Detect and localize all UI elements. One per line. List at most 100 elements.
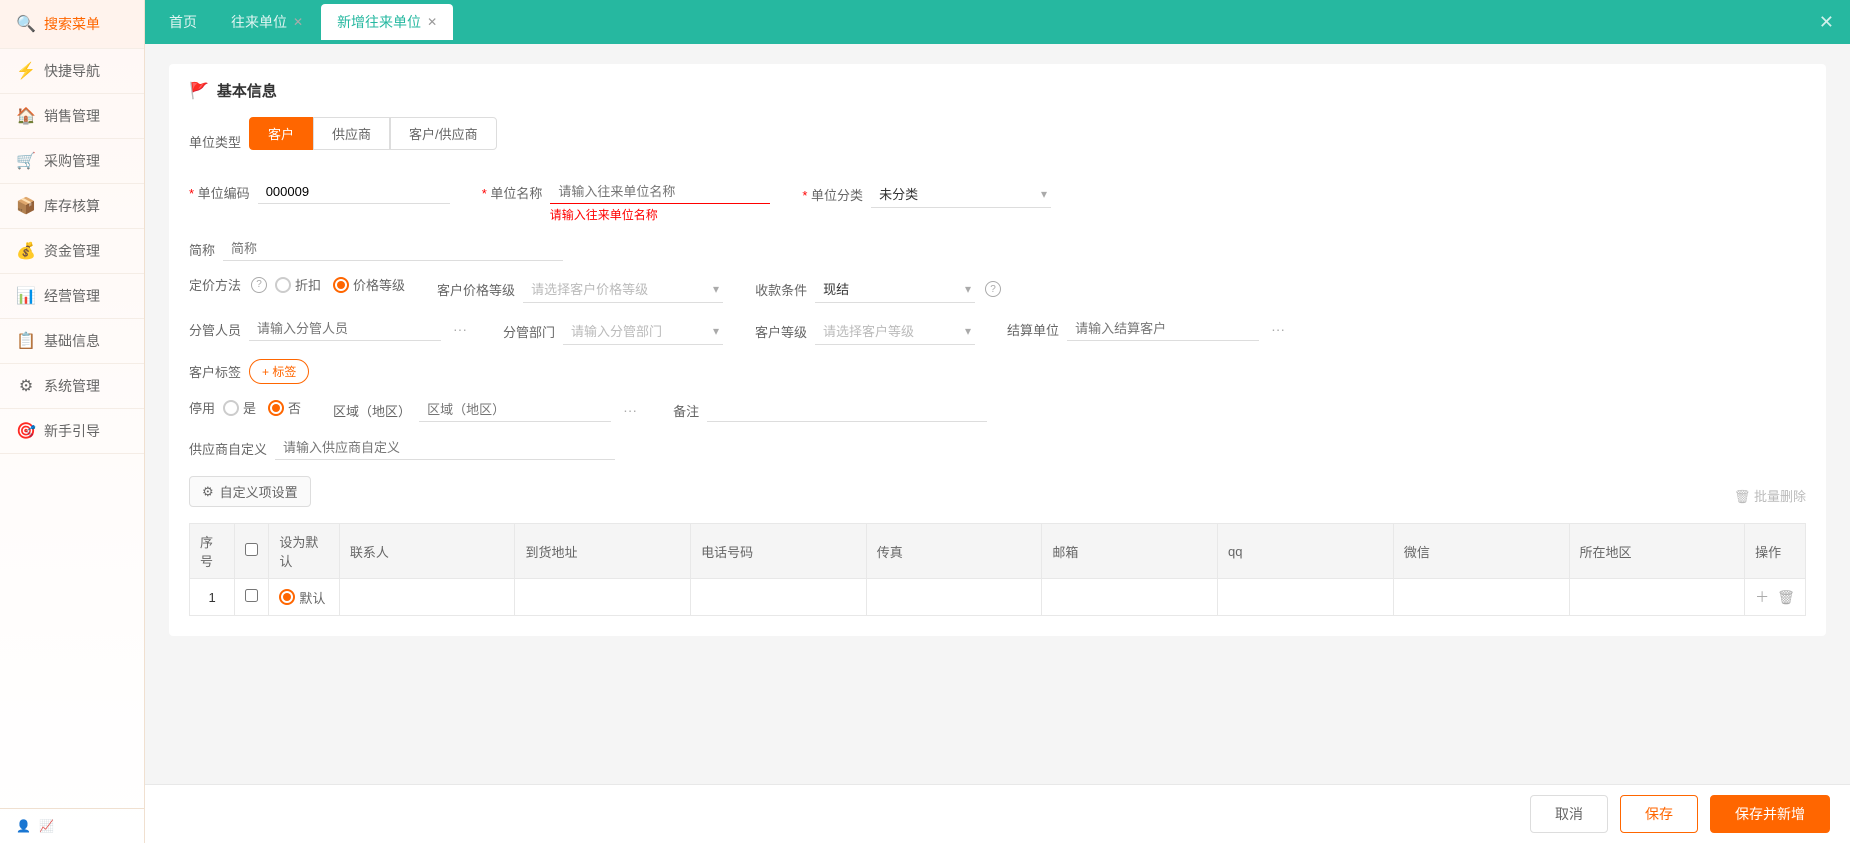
disabled-yes-radio[interactable]: 是	[223, 398, 256, 417]
sidebar-item-purchase[interactable]: 🛒 采购管理	[0, 139, 144, 184]
col-wechat: 微信	[1393, 524, 1569, 579]
tag-field: 客户标签 + 标签	[189, 359, 309, 384]
name-input[interactable]	[550, 180, 770, 204]
row-region[interactable]	[1569, 579, 1745, 616]
sidebar-user-icon: 👤	[16, 819, 31, 833]
region-more-btn[interactable]: ···	[619, 402, 641, 418]
tabs-close-all-button[interactable]: ✕	[1811, 12, 1842, 33]
category-select[interactable]: 未分类	[871, 180, 1051, 208]
price-level-select-wrapper: 请选择客户价格等级 ▾	[523, 275, 723, 303]
col-seq: 序号	[190, 524, 235, 579]
row-fax[interactable]	[866, 579, 1042, 616]
sidebar-item-basic[interactable]: 📋 基础信息	[0, 319, 144, 364]
unit-type-customer-btn[interactable]: 客户	[249, 117, 313, 150]
sidebar-item-sales[interactable]: 🏠 销售管理	[0, 94, 144, 139]
shortname-label: 简称	[189, 240, 215, 259]
shortname-field: 简称	[189, 237, 563, 261]
payment-terms-select[interactable]: 现结	[815, 275, 975, 303]
row-qq[interactable]	[1218, 579, 1394, 616]
table-body: 1 默认	[190, 579, 1806, 616]
supplier-custom-input[interactable]	[275, 436, 615, 460]
row-wechat-input[interactable]	[1404, 590, 1559, 605]
search-icon: 🔍	[16, 14, 36, 34]
discount-radio-circle	[275, 277, 291, 293]
row-phone[interactable]	[691, 579, 867, 616]
sidebar-item-finance[interactable]: 💰 资金管理	[0, 229, 144, 274]
select-all-checkbox[interactable]	[245, 543, 258, 556]
row-address[interactable]	[515, 579, 691, 616]
col-fax: 传真	[866, 524, 1042, 579]
sidebar-item-inventory[interactable]: 📦 库存核算	[0, 184, 144, 229]
payment-terms-label: 收款条件	[755, 280, 807, 299]
settlement-more-btn[interactable]: ···	[1267, 321, 1289, 337]
table-section: ⚙ 自定义项设置 🗑 批量删除 序号 设为默认 联系人	[189, 476, 1806, 616]
row-phone-input[interactable]	[701, 590, 856, 605]
cancel-button[interactable]: 取消	[1530, 795, 1608, 833]
name-label: 单位名称	[482, 183, 543, 202]
footer: 取消 保存 保存并新增	[145, 784, 1850, 843]
disabled-no-radio[interactable]: 否	[268, 398, 301, 417]
disabled-yes-circle	[223, 400, 239, 416]
sales-icon: 🏠	[16, 106, 36, 126]
customer-level-field: 客户等级 请选择客户等级 ▾	[755, 317, 975, 345]
disabled-no-circle	[268, 400, 284, 416]
department-select[interactable]: 请输入分管部门	[563, 317, 723, 345]
tab-partners[interactable]: 往来单位 ✕	[215, 4, 319, 40]
unit-type-both-btn[interactable]: 客户/供应商	[390, 117, 497, 150]
customer-level-select[interactable]: 请选择客户等级	[815, 317, 975, 345]
tab-new-partner[interactable]: 新增往来单位 ✕	[321, 4, 453, 40]
manager-more-btn[interactable]: ···	[449, 321, 471, 337]
save-new-button[interactable]: 保存并新增	[1710, 795, 1830, 833]
tab-partners-close[interactable]: ✕	[293, 15, 303, 29]
row-delete-btn[interactable]: 🗑	[1777, 589, 1795, 606]
pricing-discount-radio[interactable]: 折扣	[275, 275, 321, 294]
price-level-select[interactable]: 请选择客户价格等级	[523, 275, 723, 303]
row-checkbox[interactable]	[245, 589, 258, 602]
row-fax-input[interactable]	[877, 590, 1032, 605]
row-email[interactable]	[1042, 579, 1218, 616]
row-default-radio[interactable]: 默认	[279, 588, 329, 607]
sidebar-item-system[interactable]: ⚙ 系统管理	[0, 364, 144, 409]
row-add-btn[interactable]: ＋	[1755, 587, 1769, 607]
row-region-input[interactable]	[1580, 590, 1735, 605]
unit-type-supplier-btn[interactable]: 供应商	[313, 117, 390, 150]
name-error-msg: 请输入往来单位名称	[550, 206, 771, 223]
tab-home[interactable]: 首页	[153, 4, 213, 40]
sidebar-item-operations[interactable]: 📊 经营管理	[0, 274, 144, 319]
row-email-input[interactable]	[1052, 590, 1207, 605]
disabled-radio-group: 是 否	[223, 398, 301, 417]
row-address-input[interactable]	[525, 590, 680, 605]
pricing-level-radio[interactable]: 价格等级	[333, 275, 405, 294]
sidebar-item-guide[interactable]: 🎯 新手引导	[0, 409, 144, 454]
payment-help-icon[interactable]: ?	[985, 281, 1001, 297]
row-contact[interactable]	[339, 579, 515, 616]
row-contact-input[interactable]	[350, 590, 505, 605]
department-label: 分管部门	[503, 322, 555, 341]
settlement-input[interactable]	[1067, 317, 1259, 341]
save-button[interactable]: 保存	[1620, 795, 1698, 833]
sidebar-item-search[interactable]: 🔍 搜索菜单	[0, 0, 144, 49]
system-icon: ⚙	[16, 376, 36, 396]
sidebar-item-quicknav[interactable]: ⚡ 快捷导航	[0, 49, 144, 94]
shortname-input[interactable]	[223, 237, 563, 261]
row-wechat[interactable]	[1393, 579, 1569, 616]
tab-bar: 首页 往来单位 ✕ 新增往来单位 ✕ ✕	[145, 0, 1850, 44]
manager-input[interactable]	[249, 317, 441, 341]
region-input[interactable]	[419, 398, 611, 422]
table-header: 序号 设为默认 联系人 到货地址 电话号码 传真 邮箱 qq 微信 所在地区 操…	[190, 524, 1806, 579]
row-default-cell: 默认	[269, 579, 340, 616]
code-input[interactable]	[258, 180, 450, 204]
batch-delete-button[interactable]: 🗑 批量删除	[1734, 481, 1806, 510]
pricing-help-icon[interactable]: ?	[251, 277, 267, 293]
row-qq-input[interactable]	[1228, 590, 1383, 605]
col-phone: 电话号码	[691, 524, 867, 579]
settlement-field: 结算单位 ···	[1007, 317, 1289, 341]
custom-settings-button[interactable]: ⚙ 自定义项设置	[189, 476, 311, 507]
purchase-icon: 🛒	[16, 151, 36, 171]
tab-new-partner-close[interactable]: ✕	[427, 15, 437, 29]
region-field: 区域（地区） ···	[333, 398, 641, 422]
remarks-input[interactable]	[707, 398, 987, 422]
tag-label: 客户标签	[189, 362, 241, 381]
add-tag-button[interactable]: + 标签	[249, 359, 309, 384]
gear-icon: ⚙	[202, 484, 214, 500]
